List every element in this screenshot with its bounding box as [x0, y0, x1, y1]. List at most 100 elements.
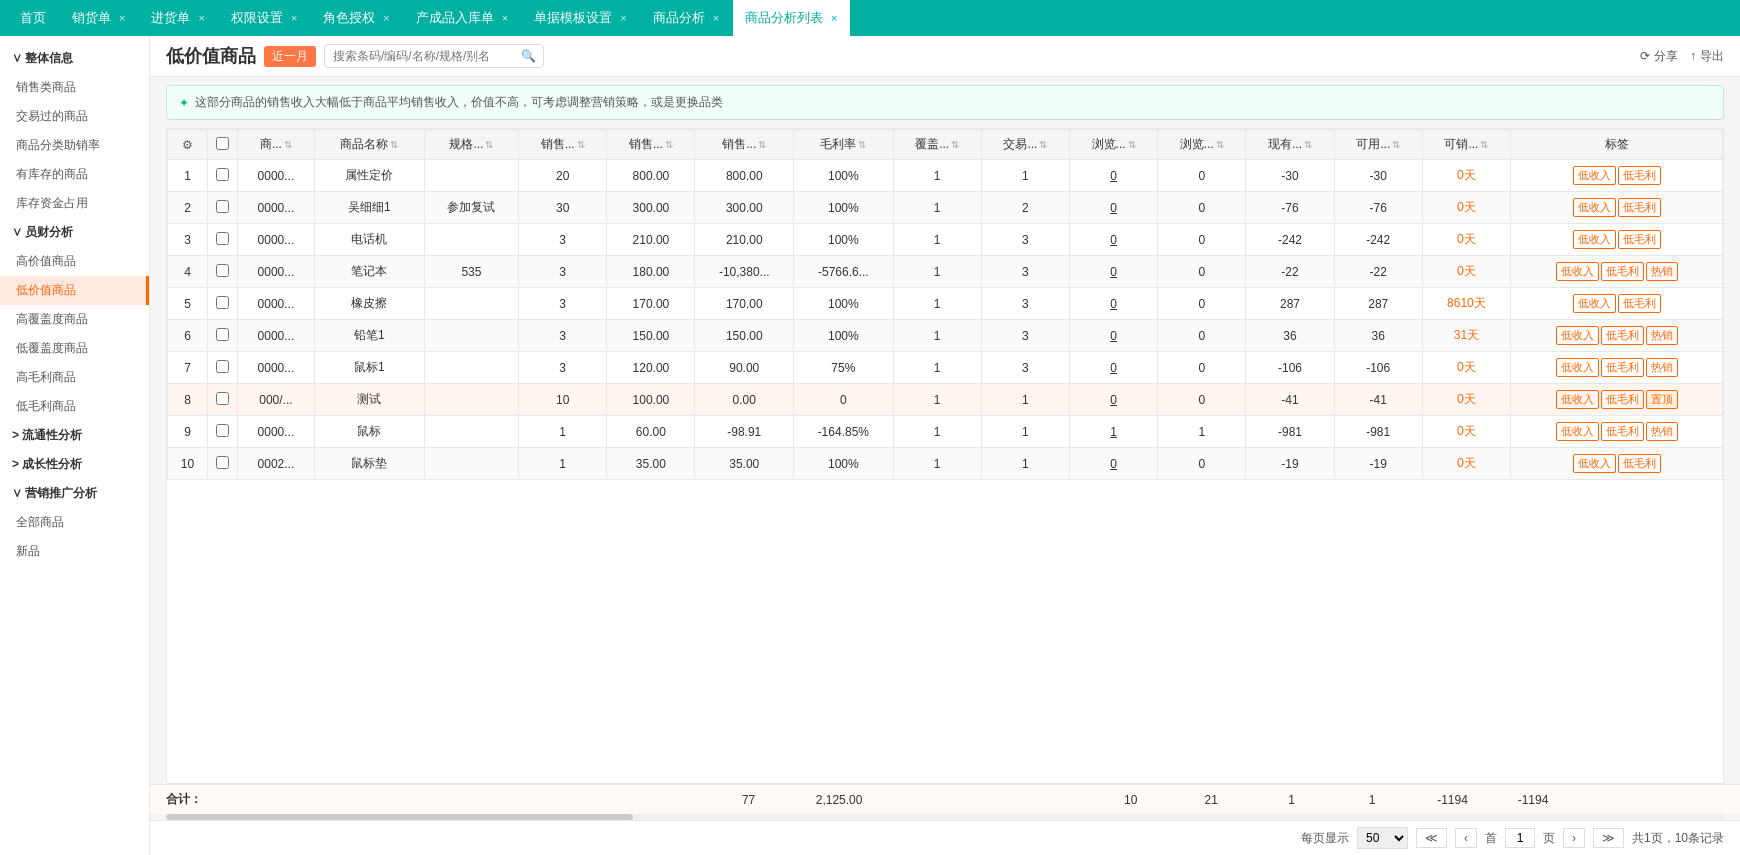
row-checkbox-cell[interactable]: [208, 448, 238, 480]
sidebar-item-low-margin[interactable]: 低毛利商品: [0, 392, 149, 421]
row-checkbox[interactable]: [216, 200, 229, 213]
search-input[interactable]: [324, 44, 544, 68]
sidebar-item-sales-goods[interactable]: 销售类商品: [0, 73, 149, 102]
row-checkbox[interactable]: [216, 168, 229, 181]
sidebar-item-high-coverage[interactable]: 高覆盖度商品: [0, 305, 149, 334]
browse-link[interactable]: 0: [1110, 361, 1117, 375]
nav-sales[interactable]: 销货单 ×: [60, 0, 137, 36]
footer-col13: -1194: [1412, 793, 1492, 807]
sidebar-item-new-goods[interactable]: 新品: [0, 537, 149, 566]
row-checkbox-cell[interactable]: [208, 320, 238, 352]
th-margin[interactable]: 毛利率⇅: [794, 130, 894, 160]
th-code[interactable]: 商...⇅: [238, 130, 315, 160]
browse-link[interactable]: 0: [1110, 265, 1117, 279]
close-icon[interactable]: ×: [502, 12, 508, 24]
sidebar-item-stock-goods[interactable]: 有库存的商品: [0, 160, 149, 189]
sidebar-item-low-value[interactable]: 低价值商品: [0, 276, 149, 305]
browse-link[interactable]: 0: [1110, 233, 1117, 247]
th-col5[interactable]: 销售...⇅: [519, 130, 607, 160]
row-checkbox-cell[interactable]: [208, 256, 238, 288]
sidebar-item-traded-goods[interactable]: 交易过的商品: [0, 102, 149, 131]
row-checkbox[interactable]: [216, 392, 229, 405]
th-settings[interactable]: ⚙: [168, 130, 208, 160]
select-all-checkbox[interactable]: [216, 137, 229, 150]
th-tags[interactable]: 标签: [1511, 130, 1723, 160]
row-checkbox-cell[interactable]: [208, 384, 238, 416]
row-checkbox[interactable]: [216, 424, 229, 437]
browse-count2: 0: [1158, 448, 1246, 480]
browse-link[interactable]: 1: [1110, 425, 1117, 439]
nav-permission[interactable]: 权限设置 ×: [219, 0, 309, 36]
browse-link[interactable]: 0: [1110, 457, 1117, 471]
nav-home[interactable]: 首页: [8, 0, 58, 36]
row-checkbox-cell[interactable]: [208, 416, 238, 448]
page-number-input[interactable]: [1505, 828, 1535, 848]
browse-link[interactable]: 0: [1110, 393, 1117, 407]
row-checkbox[interactable]: [216, 456, 229, 469]
row-checkbox-cell[interactable]: [208, 352, 238, 384]
th-available-stock[interactable]: 可用...⇅: [1334, 130, 1422, 160]
browse-link[interactable]: 0: [1110, 329, 1117, 343]
sidebar-item-high-margin[interactable]: 高毛利商品: [0, 363, 149, 392]
tag-badge: 置顶: [1646, 390, 1678, 409]
share-button[interactable]: ⟳ 分享: [1640, 48, 1678, 65]
th-name[interactable]: 商品名称⇅: [314, 130, 424, 160]
row-checkbox[interactable]: [216, 232, 229, 245]
row-checkbox[interactable]: [216, 360, 229, 373]
th-sellable-stock[interactable]: 可销...⇅: [1422, 130, 1510, 160]
first-page-button[interactable]: ≪: [1416, 828, 1447, 848]
th-browse2[interactable]: 浏览...⇅: [1158, 130, 1246, 160]
th-browse1[interactable]: 浏览...⇅: [1070, 130, 1158, 160]
th-col7[interactable]: 销售...⇅: [695, 130, 794, 160]
nav-role[interactable]: 角色授权 ×: [311, 0, 401, 36]
row-checkbox[interactable]: [216, 264, 229, 277]
sidebar-group-marketing[interactable]: ∨ 营销推广分析: [0, 479, 149, 508]
th-checkbox[interactable]: [208, 130, 238, 160]
browse-link[interactable]: 0: [1110, 297, 1117, 311]
sidebar-item-stock-capital[interactable]: 库存资金占用: [0, 189, 149, 218]
last-page-button[interactable]: ≫: [1593, 828, 1624, 848]
row-checkbox-cell[interactable]: [208, 288, 238, 320]
browse-link[interactable]: 0: [1110, 169, 1117, 183]
sidebar-item-low-coverage[interactable]: 低覆盖度商品: [0, 334, 149, 363]
row-number: 3: [168, 224, 208, 256]
page-size-select[interactable]: 50 100: [1357, 827, 1408, 849]
export-button[interactable]: ↑ 导出: [1690, 48, 1724, 65]
nav-purchase[interactable]: 进货单 ×: [139, 0, 216, 36]
browse-link[interactable]: 0: [1110, 201, 1117, 215]
prev-page-button[interactable]: ‹: [1455, 828, 1477, 848]
th-col6[interactable]: 销售...⇅: [607, 130, 695, 160]
row-checkbox[interactable]: [216, 296, 229, 309]
search-icon[interactable]: 🔍: [521, 49, 536, 63]
nav-product-analysis[interactable]: 商品分析 ×: [641, 0, 731, 36]
close-icon[interactable]: ×: [291, 12, 297, 24]
row-checkbox-cell[interactable]: [208, 160, 238, 192]
row-checkbox-cell[interactable]: [208, 192, 238, 224]
close-icon[interactable]: ×: [831, 12, 837, 24]
row-checkbox-cell[interactable]: [208, 224, 238, 256]
close-icon[interactable]: ×: [119, 12, 125, 24]
sidebar-item-high-value[interactable]: 高价值商品: [0, 247, 149, 276]
tag-badge: 低毛利: [1618, 294, 1661, 313]
close-icon[interactable]: ×: [713, 12, 719, 24]
row-checkbox[interactable]: [216, 328, 229, 341]
sidebar-item-all-goods[interactable]: 全部商品: [0, 508, 149, 537]
sidebar-group-finance[interactable]: ∨ 员财分析: [0, 218, 149, 247]
th-spec[interactable]: 规格...⇅: [424, 130, 518, 160]
sidebar-item-category-rate[interactable]: 商品分类助销率: [0, 131, 149, 160]
th-trade[interactable]: 交易...⇅: [981, 130, 1069, 160]
nav-template[interactable]: 单据模板设置 ×: [522, 0, 638, 36]
th-current-stock[interactable]: 现有...⇅: [1246, 130, 1334, 160]
date-filter-button[interactable]: 近一月: [264, 46, 316, 67]
nav-product-list[interactable]: 商品分析列表 ×: [733, 0, 849, 36]
close-icon[interactable]: ×: [620, 12, 626, 24]
sidebar-group-circulation[interactable]: > 流通性分析: [0, 421, 149, 450]
close-icon[interactable]: ×: [198, 12, 204, 24]
nav-inbound[interactable]: 产成品入库单 ×: [404, 0, 520, 36]
th-coverage[interactable]: 覆盖...⇅: [893, 130, 981, 160]
next-page-button[interactable]: ›: [1563, 828, 1585, 848]
tag-badge: 低毛利: [1601, 358, 1644, 377]
sidebar-group-growth[interactable]: > 成长性分析: [0, 450, 149, 479]
close-icon[interactable]: ×: [383, 12, 389, 24]
sidebar-group-overview[interactable]: ∨ 整体信息: [0, 44, 149, 73]
